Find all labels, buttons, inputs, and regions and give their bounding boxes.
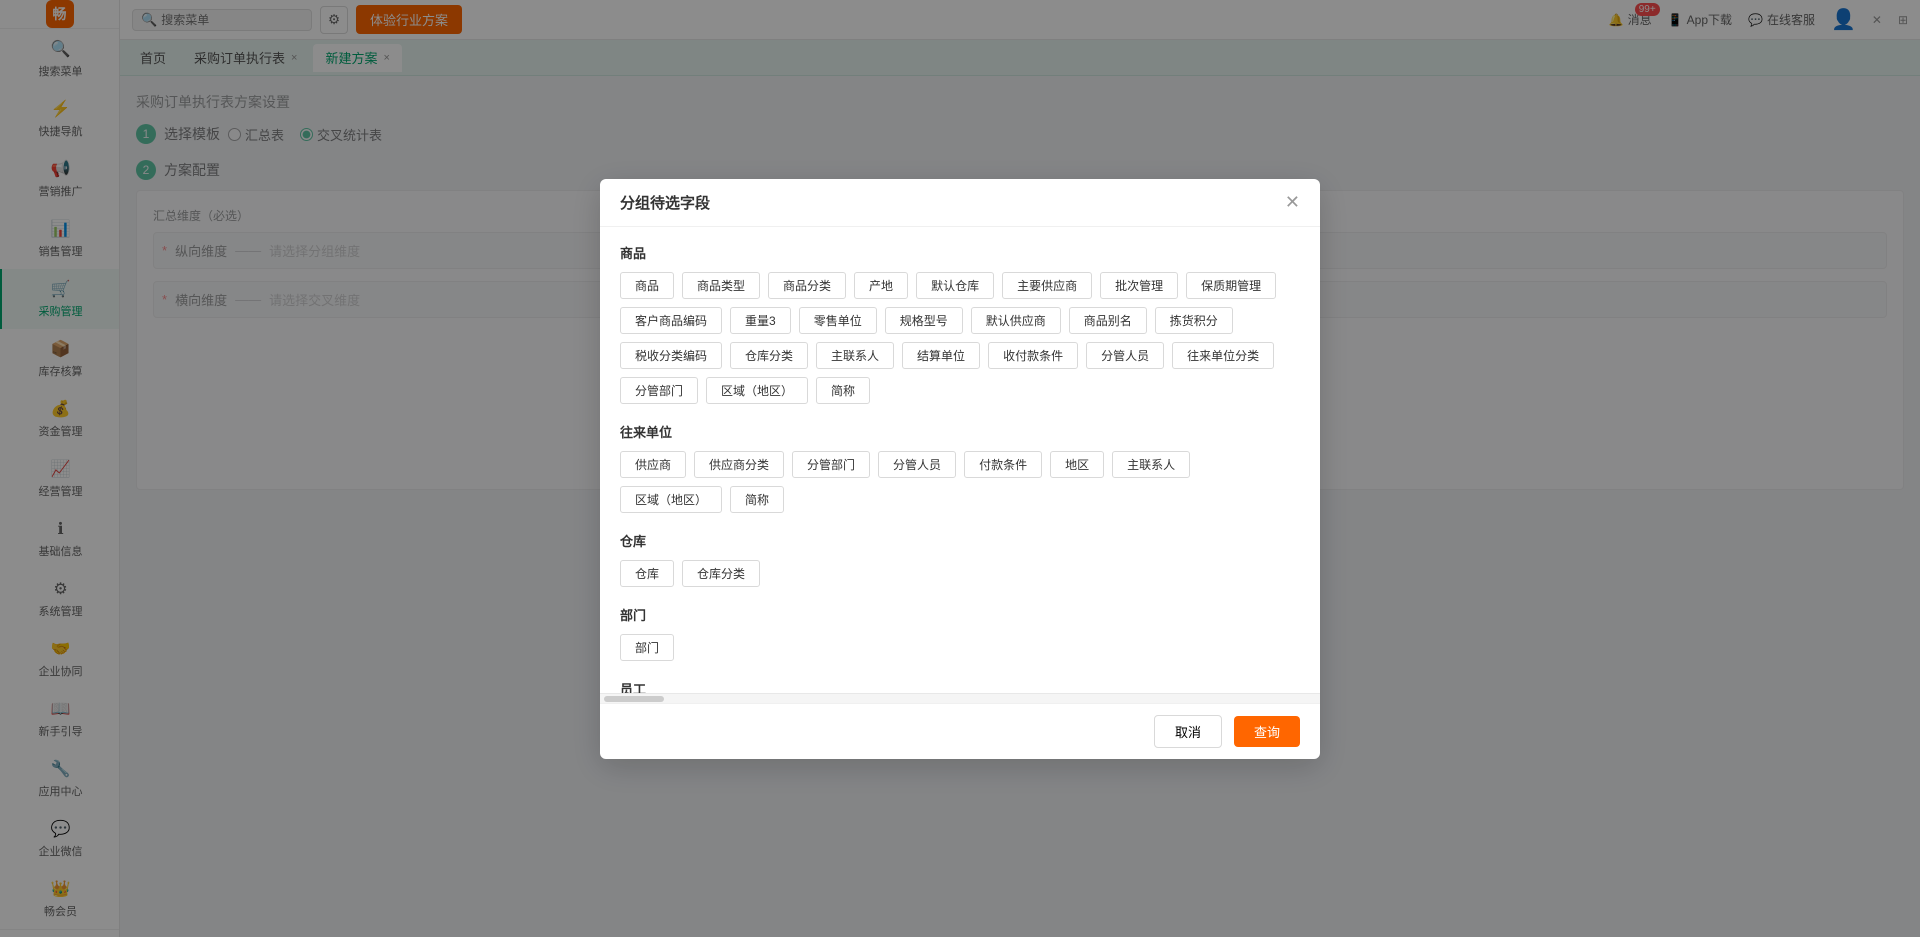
field-tag-0-16[interactable]: 仓库分类 — [730, 342, 808, 369]
field-tag-0-24[interactable]: 简称 — [816, 377, 870, 404]
field-group-2: 仓库仓库仓库分类 — [620, 531, 1300, 587]
field-tag-1-0[interactable]: 供应商 — [620, 451, 686, 478]
field-tag-1-2[interactable]: 分管部门 — [792, 451, 870, 478]
confirm-button[interactable]: 查询 — [1234, 716, 1300, 747]
field-tag-1-8[interactable]: 简称 — [730, 486, 784, 513]
field-tag-0-0[interactable]: 商品 — [620, 272, 674, 299]
field-tag-1-1[interactable]: 供应商分类 — [694, 451, 784, 478]
field-tag-2-0[interactable]: 仓库 — [620, 560, 674, 587]
field-tag-1-3[interactable]: 分管人员 — [878, 451, 956, 478]
field-group-title-0: 商品 — [620, 243, 1300, 262]
field-tag-0-9[interactable]: 重量3 — [730, 307, 791, 334]
field-tag-3-0[interactable]: 部门 — [620, 634, 674, 661]
field-group-3: 部门部门 — [620, 605, 1300, 661]
field-tags-0: 商品商品类型商品分类产地默认仓库主要供应商批次管理保质期管理客户商品编码重量3 零… — [620, 272, 1300, 404]
field-group-title-3: 部门 — [620, 605, 1300, 624]
modal-header: 分组待选字段 ✕ — [600, 179, 1320, 227]
field-group-title-2: 仓库 — [620, 531, 1300, 550]
modal-title: 分组待选字段 — [620, 192, 710, 213]
field-tag-0-19[interactable]: 收付款条件 — [988, 342, 1078, 369]
field-tag-0-20[interactable]: 分管人员 — [1086, 342, 1164, 369]
field-group-1: 往来单位供应商供应商分类分管部门分管人员付款条件地区主联系人区域（地区） 简称 — [620, 422, 1300, 513]
field-tag-0-2[interactable]: 商品分类 — [768, 272, 846, 299]
field-group-title-1: 往来单位 — [620, 422, 1300, 441]
field-tag-0-15[interactable]: 税收分类编码 — [620, 342, 722, 369]
field-tag-0-12[interactable]: 默认供应商 — [971, 307, 1061, 334]
field-tag-0-8[interactable]: 客户商品编码 — [620, 307, 722, 334]
horizontal-scrollbar[interactable] — [600, 693, 1320, 703]
field-tag-2-1[interactable]: 仓库分类 — [682, 560, 760, 587]
field-group-4: 员工业务员 — [620, 679, 1300, 693]
field-tag-0-23[interactable]: 区域（地区） — [706, 377, 808, 404]
field-tag-1-7[interactable]: 区域（地区） — [620, 486, 722, 513]
field-tag-0-5[interactable]: 主要供应商 — [1002, 272, 1092, 299]
field-tag-0-18[interactable]: 结算单位 — [902, 342, 980, 369]
field-tags-1: 供应商供应商分类分管部门分管人员付款条件地区主联系人区域（地区） 简称 — [620, 451, 1300, 513]
field-tag-1-4[interactable]: 付款条件 — [964, 451, 1042, 478]
field-tag-0-11[interactable]: 规格型号 — [885, 307, 963, 334]
field-group-title-4: 员工 — [620, 679, 1300, 693]
field-tag-0-14[interactable]: 拣货积分 — [1155, 307, 1233, 334]
field-tag-0-7[interactable]: 保质期管理 — [1186, 272, 1276, 299]
field-tag-0-6[interactable]: 批次管理 — [1100, 272, 1178, 299]
scrollbar-thumb[interactable] — [604, 696, 664, 702]
modal-close-button[interactable]: ✕ — [1285, 192, 1300, 213]
field-tags-3: 部门 — [620, 634, 1300, 661]
field-tags-2: 仓库仓库分类 — [620, 560, 1300, 587]
field-tag-0-17[interactable]: 主联系人 — [816, 342, 894, 369]
field-tag-0-13[interactable]: 商品别名 — [1069, 307, 1147, 334]
modal-body: 商品商品商品类型商品分类产地默认仓库主要供应商批次管理保质期管理客户商品编码重量… — [600, 227, 1320, 693]
field-tag-0-22[interactable]: 分管部门 — [620, 377, 698, 404]
field-tag-0-10[interactable]: 零售单位 — [799, 307, 877, 334]
field-tag-0-4[interactable]: 默认仓库 — [916, 272, 994, 299]
field-tag-0-3[interactable]: 产地 — [854, 272, 908, 299]
field-tag-0-21[interactable]: 往来单位分类 — [1172, 342, 1274, 369]
cancel-button[interactable]: 取消 — [1154, 715, 1222, 748]
field-tag-1-6[interactable]: 主联系人 — [1112, 451, 1190, 478]
field-tag-1-5[interactable]: 地区 — [1050, 451, 1104, 478]
modal-footer: 取消 查询 — [600, 703, 1320, 759]
field-tag-0-1[interactable]: 商品类型 — [682, 272, 760, 299]
field-group-0: 商品商品商品类型商品分类产地默认仓库主要供应商批次管理保质期管理客户商品编码重量… — [620, 243, 1300, 404]
field-selection-modal: 分组待选字段 ✕ 商品商品商品类型商品分类产地默认仓库主要供应商批次管理保质期管… — [600, 179, 1320, 759]
